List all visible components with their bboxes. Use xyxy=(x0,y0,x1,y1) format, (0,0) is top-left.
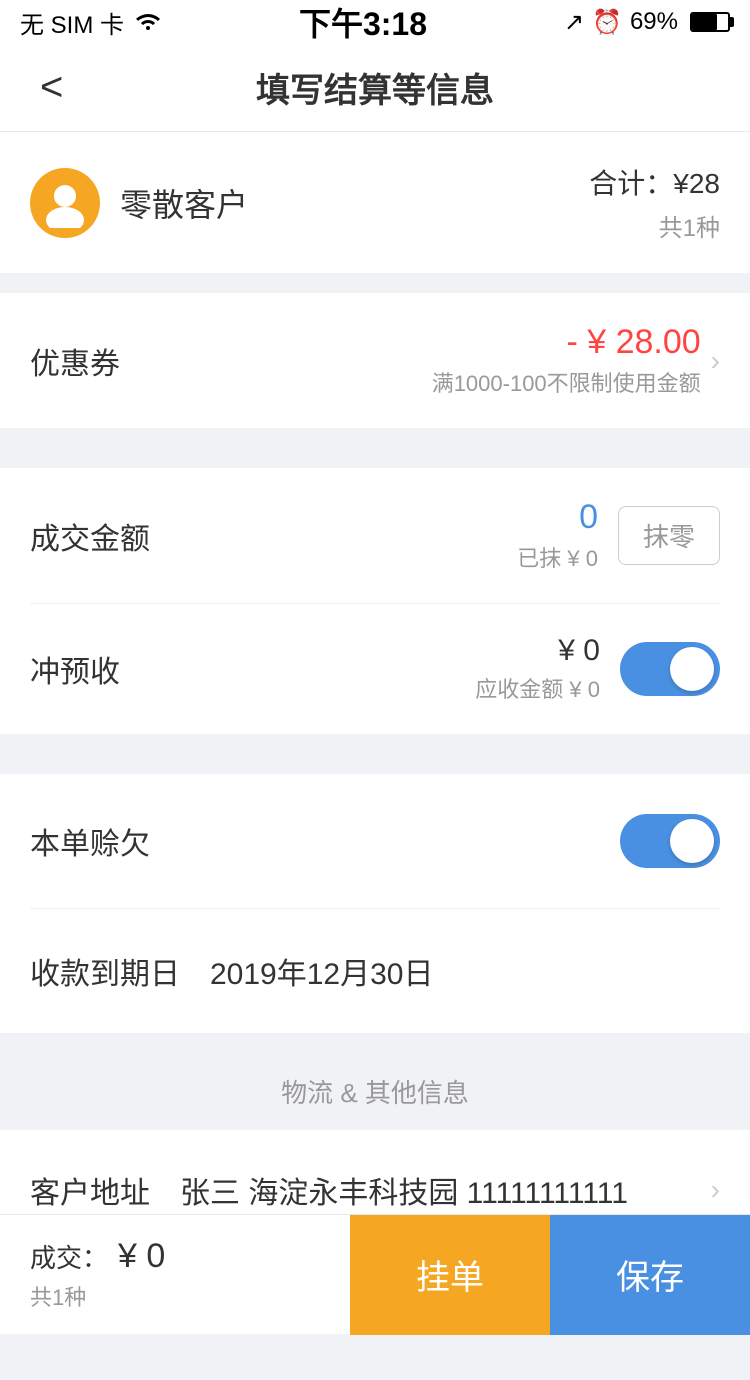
summary-count: 共1种 xyxy=(589,208,720,243)
address-label: 客户地址 xyxy=(30,1168,150,1212)
customer-name: 零散客户 xyxy=(120,180,248,226)
pending-button[interactable]: 挂单 xyxy=(350,1215,550,1335)
status-time: 下午3:18 xyxy=(299,0,427,45)
location-icon: ↗ xyxy=(564,8,584,37)
back-button[interactable]: < xyxy=(30,55,73,120)
address-value: 张三 海淀永丰科技园 11111111111 xyxy=(180,1168,711,1212)
wifi-icon xyxy=(134,8,162,37)
transaction-section: 成交金额 0 已抹 ¥ 0 抹零 冲预收 ¥ 0 应收金额 ¥ 0 xyxy=(0,468,750,734)
status-left: 无 SIM 卡 xyxy=(20,5,162,40)
coupon-info: - ¥ 28.00 满1000-100不限制使用金额 xyxy=(432,323,701,398)
due-date-label: 收款到期日 xyxy=(30,949,180,993)
address-chevron-icon: › xyxy=(711,1174,720,1206)
chong-sub: 应收金额 ¥ 0 xyxy=(475,672,600,704)
customer-avatar xyxy=(30,168,100,238)
chong-amount: ¥ 0 xyxy=(475,634,600,668)
main-content: 零散客户 合计：¥28 共1种 优惠券 - ¥ 28.00 满1000-100不… xyxy=(0,132,750,1380)
status-bar: 无 SIM 卡 下午3:18 ↗ ⏰ 69% xyxy=(0,0,750,44)
amount-col: 0 已抹 ¥ 0 xyxy=(517,498,598,573)
debt-label: 本单赊欠 xyxy=(30,819,150,863)
logistics-title: 物流 & 其他信息 xyxy=(281,1078,469,1108)
due-date-value: 2019年12月30日 xyxy=(210,949,433,993)
summary-total: 合计：¥28 xyxy=(589,162,720,202)
debt-toggle[interactable] xyxy=(620,814,720,868)
round-off-button[interactable]: 抹零 xyxy=(618,506,720,565)
alarm-icon: ⏰ xyxy=(592,8,622,37)
bottom-amount: ¥ 0 xyxy=(118,1237,165,1276)
coupon-right: - ¥ 28.00 满1000-100不限制使用金额 › xyxy=(432,323,720,398)
customer-summary: 合计：¥28 共1种 xyxy=(589,162,720,243)
bottom-label: 成交： xyxy=(30,1238,108,1275)
battery-percent: 69% xyxy=(630,8,678,36)
coupon-chevron-icon: › xyxy=(711,345,720,377)
status-right: ↗ ⏰ 69% xyxy=(564,8,730,37)
chong-toggle[interactable] xyxy=(620,642,720,696)
logistics-header: 物流 & 其他信息 xyxy=(0,1053,750,1130)
debt-section: 本单赊欠 收款到期日 2019年12月30日 xyxy=(0,774,750,1033)
chong-row: 冲预收 ¥ 0 应收金额 ¥ 0 xyxy=(30,604,720,734)
amount-value: 0 xyxy=(517,498,598,537)
amount-sub: 已抹 ¥ 0 xyxy=(517,541,598,573)
chong-right: ¥ 0 应收金额 ¥ 0 xyxy=(475,634,720,704)
save-button[interactable]: 保存 xyxy=(550,1215,750,1335)
customer-row: 零散客户 合计：¥28 共1种 xyxy=(0,132,750,273)
due-date-row: 收款到期日 2019年12月30日 xyxy=(30,909,720,1033)
bottom-count: 共1种 xyxy=(30,1280,320,1312)
chong-amounts: ¥ 0 应收金额 ¥ 0 xyxy=(475,634,600,704)
chong-label: 冲预收 xyxy=(30,647,120,691)
coupon-row[interactable]: 优惠券 - ¥ 28.00 满1000-100不限制使用金额 › xyxy=(0,293,750,428)
coupon-desc: 满1000-100不限制使用金额 xyxy=(432,366,701,398)
avatar-icon xyxy=(40,178,90,228)
coupon-amount: - ¥ 28.00 xyxy=(432,323,701,362)
nav-bar: < 填写结算等信息 xyxy=(0,44,750,132)
debt-row: 本单赊欠 xyxy=(30,774,720,909)
battery-icon xyxy=(690,12,730,32)
transaction-amount-row: 成交金额 0 已抹 ¥ 0 抹零 xyxy=(30,468,720,604)
logistics-divider xyxy=(0,1033,750,1053)
sim-status: 无 SIM 卡 xyxy=(20,5,124,40)
coupon-label: 优惠券 xyxy=(30,339,120,383)
bottom-bar: 成交： ¥ 0 共1种 挂单 保存 xyxy=(0,1214,750,1334)
customer-left: 零散客户 xyxy=(30,168,248,238)
transaction-amount-label: 成交金额 xyxy=(30,514,150,558)
transaction-amount-right: 0 已抹 ¥ 0 抹零 xyxy=(517,498,720,573)
divider-2 xyxy=(0,734,750,754)
page-title: 填写结算等信息 xyxy=(256,63,494,112)
bottom-info: 成交： ¥ 0 共1种 xyxy=(0,1237,350,1312)
divider-1 xyxy=(0,448,750,468)
